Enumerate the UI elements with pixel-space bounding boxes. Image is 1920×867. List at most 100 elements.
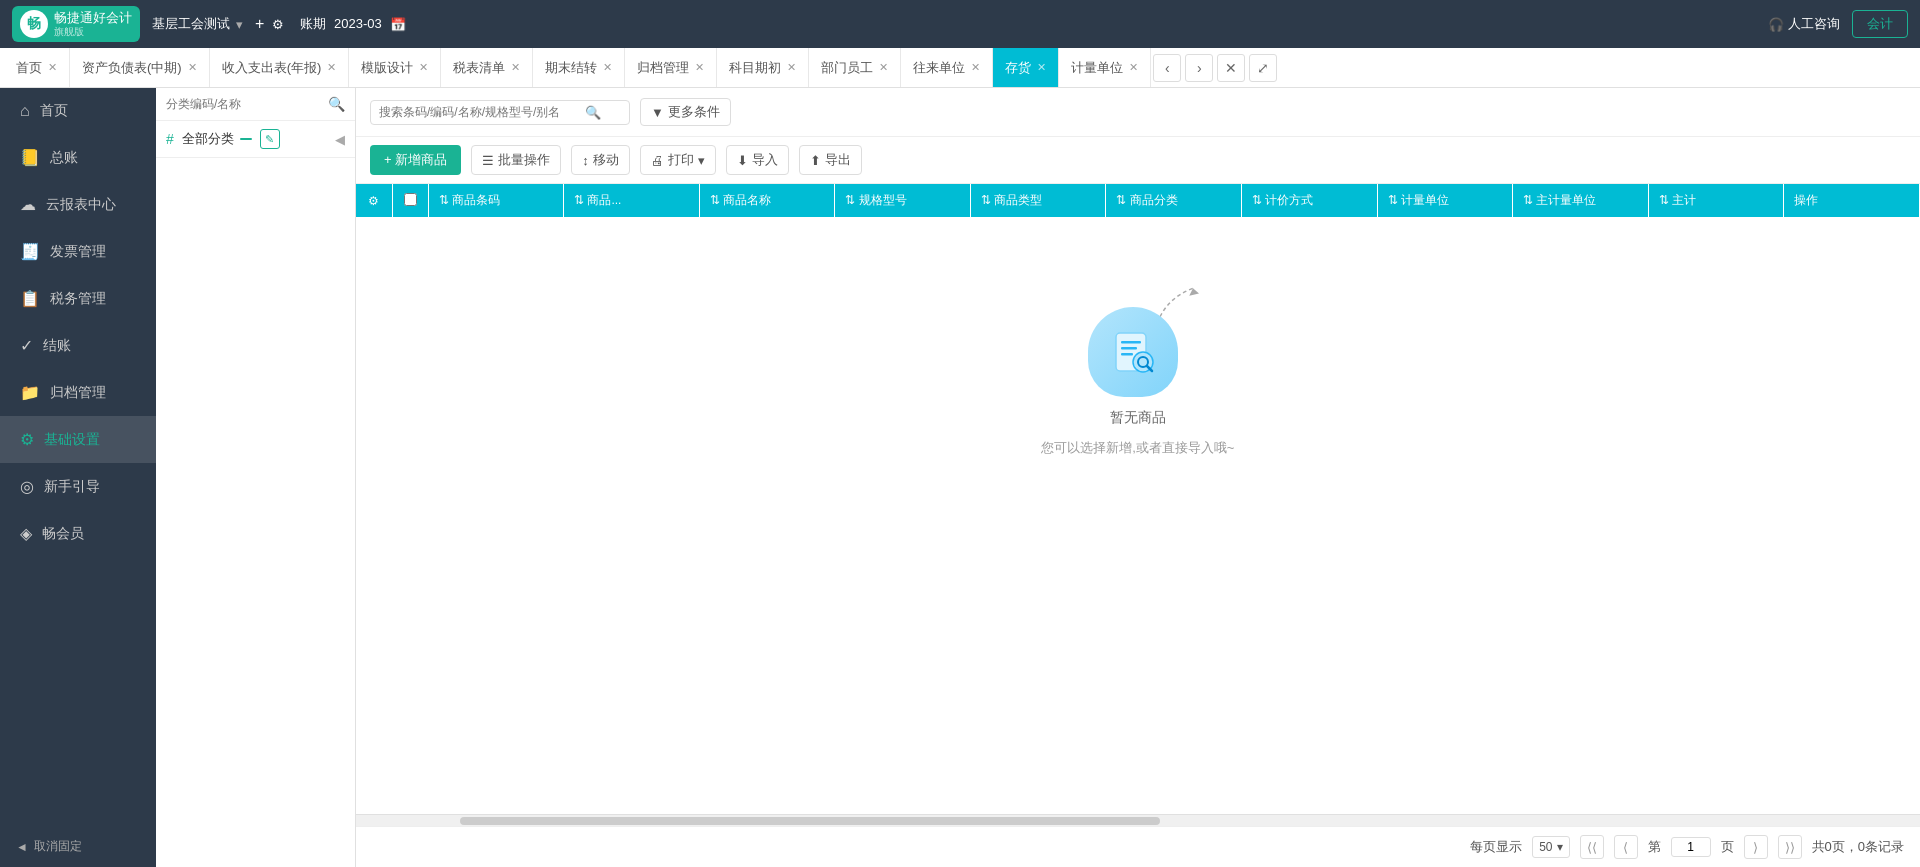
sidebar-item-home[interactable]: ⌂ 首页 (0, 88, 156, 134)
tab-close-archive[interactable]: ✕ (695, 61, 704, 74)
select-all-checkbox[interactable] (404, 193, 417, 206)
account-button[interactable]: 会计 (1852, 10, 1908, 38)
last-page-btn[interactable]: ⟩⟩ (1778, 835, 1802, 859)
tab-close-inventory[interactable]: ✕ (1037, 61, 1046, 74)
settle-icon: ✓ (20, 336, 33, 355)
tab-period-end[interactable]: 期末结转 ✕ (533, 48, 625, 87)
tab-close-contacts[interactable]: ✕ (971, 61, 980, 74)
tab-subject[interactable]: 科目期初 ✕ (717, 48, 809, 87)
scrollbar-thumb[interactable] (460, 817, 1160, 825)
headset-icon: 🎧 (1768, 17, 1784, 32)
tab-close-subject[interactable]: ✕ (787, 61, 796, 74)
tab-close-tax[interactable]: ✕ (511, 61, 520, 74)
tab-inventory[interactable]: 存货 ✕ (993, 48, 1059, 87)
new-product-button[interactable]: + 新增商品 (370, 145, 461, 175)
tab-balance-sheet[interactable]: 资产负债表(中期) ✕ (70, 48, 210, 87)
archive-icon: 📁 (20, 383, 40, 402)
category-badge (240, 138, 252, 140)
batch-icon: ☰ (482, 153, 494, 168)
print-dropdown-icon: ▾ (698, 153, 705, 168)
import-button[interactable]: ⬇ 导入 (726, 145, 789, 175)
col-settings[interactable]: ⚙ (356, 184, 392, 217)
sidebar-item-archive[interactable]: 📁 归档管理 (0, 369, 156, 416)
col-unit[interactable]: ⇅ 计量单位 (1377, 184, 1513, 217)
svg-rect-2 (1121, 341, 1141, 344)
search-bar: 🔍 ▼ 更多条件 (356, 88, 1920, 137)
sort-icon: ⇅ (845, 193, 855, 207)
tab-next-btn[interactable]: › (1185, 54, 1213, 82)
category-collapse-btn[interactable]: ◀ (335, 132, 345, 147)
col-category[interactable]: ⇅ 商品分类 (1106, 184, 1242, 217)
tab-close-unit[interactable]: ✕ (1129, 61, 1138, 74)
category-search-bar: 🔍 (156, 88, 355, 121)
tab-close-dept[interactable]: ✕ (879, 61, 888, 74)
col-main-unit[interactable]: ⇅ 主计量单位 (1513, 184, 1649, 217)
tab-bar: 首页 ✕ 资产负债表(中期) ✕ 收入支出表(年报) ✕ 模版设计 ✕ 税表清单… (0, 48, 1920, 88)
tab-prev-btn[interactable]: ‹ (1153, 54, 1181, 82)
category-all-label[interactable]: # 全部分类 ✎ ◀ (156, 121, 355, 158)
sidebar-item-reports[interactable]: ☁ 云报表中心 (0, 181, 156, 228)
col-spec[interactable]: ⇅ 规格型号 (835, 184, 971, 217)
add-tab-btn[interactable]: + (255, 15, 264, 33)
move-button[interactable]: ↕ 移动 (571, 145, 630, 175)
prev-page-btn[interactable]: ⟨ (1614, 835, 1638, 859)
sidebar-item-invoice[interactable]: 🧾 发票管理 (0, 228, 156, 275)
col-code[interactable]: ⇅ 商品... (564, 184, 700, 217)
tab-close-balance[interactable]: ✕ (188, 61, 197, 74)
col-price-method[interactable]: ⇅ 计价方式 (1241, 184, 1377, 217)
sidebar-item-ledger[interactable]: 📒 总账 (0, 134, 156, 181)
tab-close-template[interactable]: ✕ (419, 61, 428, 74)
col-checkbox[interactable] (392, 184, 428, 217)
sidebar-item-guide[interactable]: ◎ 新手引导 (0, 463, 156, 510)
tab-archive[interactable]: 归档管理 ✕ (625, 48, 717, 87)
settings-icon[interactable]: ⚙ (272, 17, 284, 32)
search-input[interactable] (379, 105, 579, 119)
table-panel: 🔍 ▼ 更多条件 + 新增商品 ☰ 批量操作 ↕ (356, 88, 1920, 867)
tab-template[interactable]: 模版设计 ✕ (349, 48, 441, 87)
col-name[interactable]: ⇅ 商品名称 (699, 184, 835, 217)
search-icon[interactable]: 🔍 (585, 105, 601, 120)
logo-area[interactable]: 畅 畅捷通好会计 旗舰版 (12, 6, 140, 42)
content-area: 🔍 # 全部分类 ✎ ◀ 🔍 (156, 88, 1920, 867)
company-selector[interactable]: 基层工会测试 ▾ (152, 15, 243, 33)
sort-icon: ⇅ (1388, 193, 1398, 207)
sidebar-item-member[interactable]: ◈ 畅会员 (0, 510, 156, 557)
tab-department[interactable]: 部门员工 ✕ (809, 48, 901, 87)
calendar-icon[interactable]: 📅 (390, 17, 406, 32)
category-edit-btn[interactable]: ✎ (260, 129, 280, 149)
first-page-btn[interactable]: ⟨⟨ (1580, 835, 1604, 859)
tab-close-income[interactable]: ✕ (327, 61, 336, 74)
tab-expand-btn[interactable]: ⤢ (1249, 54, 1277, 82)
scroll-icon (1088, 307, 1178, 397)
sidebar-item-tax[interactable]: 📋 税务管理 (0, 275, 156, 322)
page-input[interactable] (1671, 837, 1711, 857)
category-search-icon[interactable]: 🔍 (328, 96, 345, 112)
tab-contacts[interactable]: 往来单位 ✕ (901, 48, 993, 87)
service-button[interactable]: 🎧 人工咨询 (1768, 15, 1840, 33)
top-bar: 畅 畅捷通好会计 旗舰版 基层工会测试 ▾ + ⚙ 账期 2023-03 📅 🎧… (0, 0, 1920, 48)
category-search-input[interactable] (166, 97, 328, 111)
per-page-select[interactable]: 50 ▾ (1532, 836, 1569, 858)
tab-close-period[interactable]: ✕ (603, 61, 612, 74)
content-body: 🔍 # 全部分类 ✎ ◀ 🔍 (156, 88, 1920, 867)
col-main-count[interactable]: ⇅ 主计 (1648, 184, 1784, 217)
col-barcode[interactable]: ⇅ 商品条码 (428, 184, 564, 217)
tab-close-home[interactable]: ✕ (48, 61, 57, 74)
col-type[interactable]: ⇅ 商品类型 (970, 184, 1106, 217)
export-button[interactable]: ⬆ 导出 (799, 145, 862, 175)
print-button[interactable]: 🖨 打印 ▾ (640, 145, 716, 175)
next-page-btn[interactable]: ⟩ (1744, 835, 1768, 859)
filter-button[interactable]: ▼ 更多条件 (640, 98, 731, 126)
horizontal-scrollbar[interactable] (356, 814, 1920, 826)
unpin-button[interactable]: ◄ 取消固定 (0, 826, 156, 867)
tab-home[interactable]: 首页 ✕ (4, 48, 70, 87)
tab-close-all-btn[interactable]: ✕ (1217, 54, 1245, 82)
tab-income[interactable]: 收入支出表(年报) ✕ (210, 48, 350, 87)
sidebar-item-settings[interactable]: ⚙ 基础设置 (0, 416, 156, 463)
tab-tax[interactable]: 税表清单 ✕ (441, 48, 533, 87)
batch-button[interactable]: ☰ 批量操作 (471, 145, 561, 175)
empty-state: 暂无商品 您可以选择新增,或者直接导入哦~ (356, 217, 1920, 517)
unpin-icon: ◄ (16, 840, 28, 854)
tab-unit[interactable]: 计量单位 ✕ (1059, 48, 1151, 87)
sidebar-item-settle[interactable]: ✓ 结账 (0, 322, 156, 369)
